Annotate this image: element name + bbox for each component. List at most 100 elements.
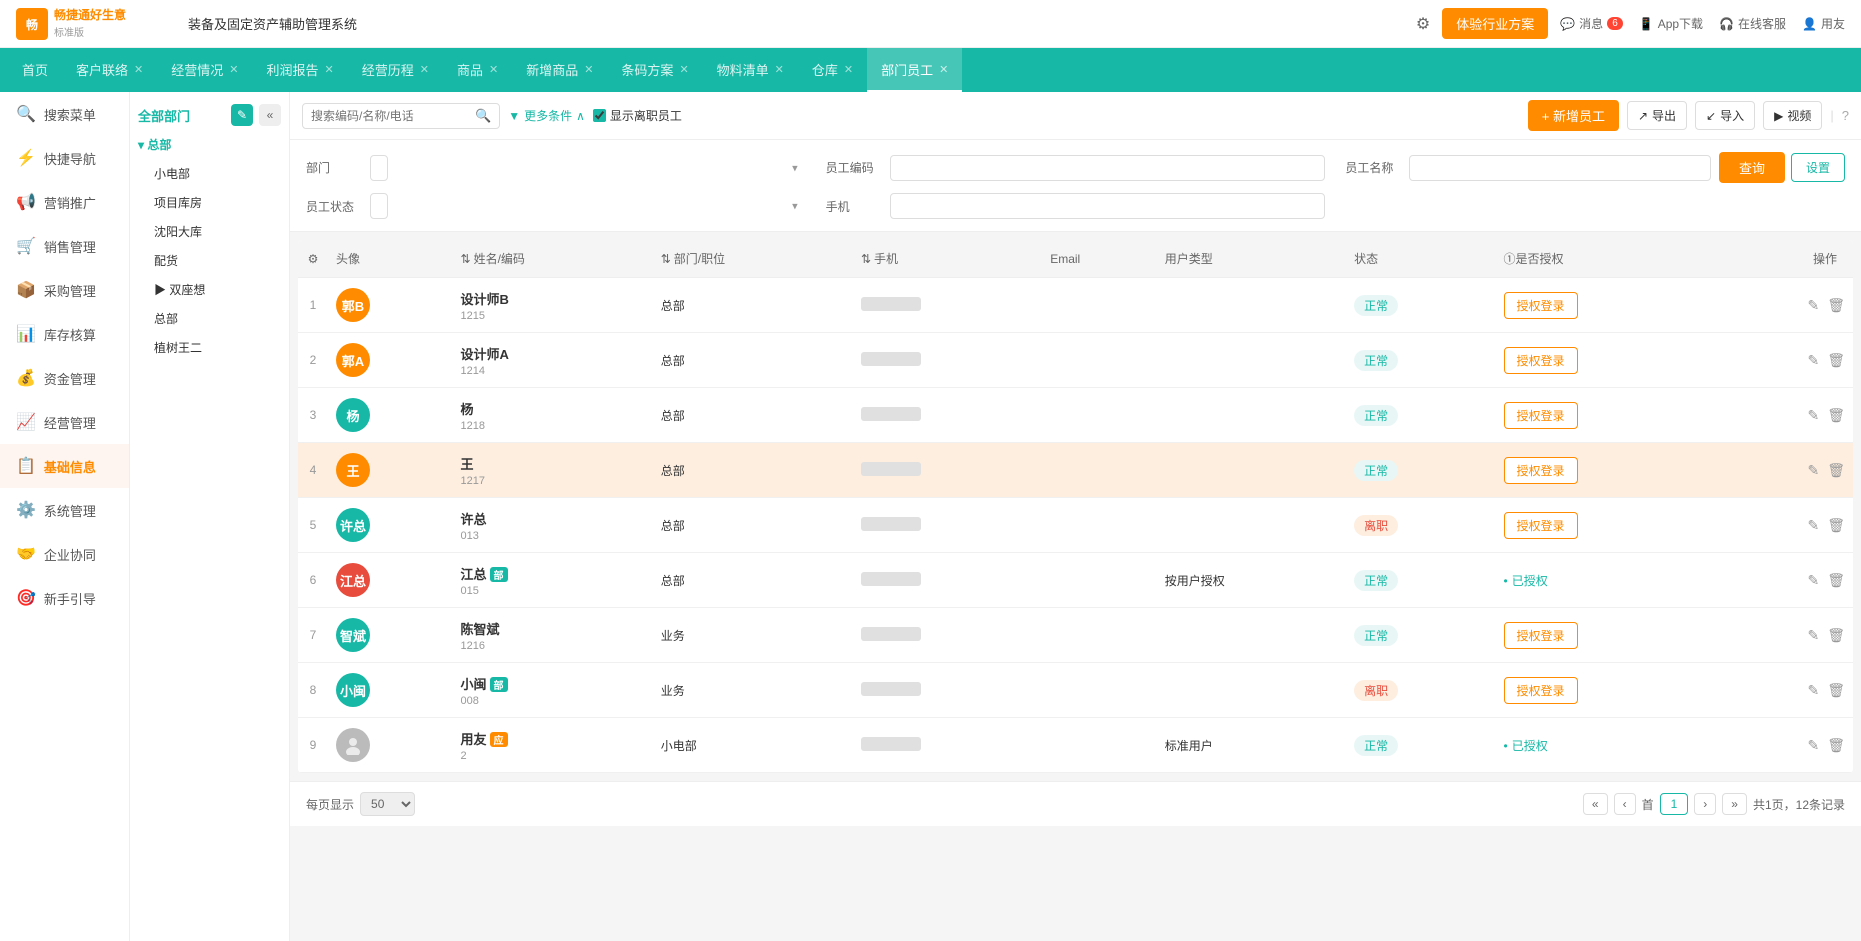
dept-item-shenyang[interactable]: 沈阳大库 bbox=[130, 217, 289, 246]
auth-button[interactable]: 授权登录 bbox=[1504, 402, 1578, 429]
edit-icon[interactable]: ✎ bbox=[1807, 297, 1819, 314]
nav-item-operations-mgmt[interactable]: 📈 经营管理 bbox=[0, 400, 129, 444]
tab-close-bom[interactable]: ✕ bbox=[775, 63, 784, 76]
tab-profit[interactable]: 利润报告 ✕ bbox=[252, 48, 347, 92]
nav-item-sales[interactable]: 🛒 销售管理 bbox=[0, 224, 129, 268]
delete-icon[interactable]: 🗑 bbox=[1827, 572, 1845, 589]
dept-edit-icon[interactable]: ✎ bbox=[231, 104, 253, 126]
tab-close-goods[interactable]: ✕ bbox=[489, 63, 498, 76]
delete-icon[interactable]: 🗑 bbox=[1827, 462, 1845, 479]
show-resigned-label[interactable]: 显示离职员工 bbox=[593, 107, 682, 124]
nav-item-system[interactable]: ⚙️ 系统管理 bbox=[0, 488, 129, 532]
dept-select[interactable] bbox=[370, 155, 388, 181]
th-name[interactable]: ⇅姓名/编码 bbox=[453, 240, 653, 278]
delete-icon[interactable]: 🗑 bbox=[1827, 682, 1845, 699]
employee-name-input[interactable] bbox=[1409, 155, 1711, 181]
gear-icon[interactable]: ⚙ bbox=[1416, 14, 1430, 34]
dept-item-zongbu-parent[interactable]: ▾ 总部 bbox=[130, 130, 289, 159]
search-input[interactable] bbox=[311, 109, 471, 123]
tab-warehouse[interactable]: 仓库 ✕ bbox=[798, 48, 867, 92]
delete-icon[interactable]: 🗑 bbox=[1827, 517, 1845, 534]
first-page-button[interactable]: « bbox=[1583, 793, 1608, 815]
tab-bom[interactable]: 物料清单 ✕ bbox=[703, 48, 798, 92]
help-icon[interactable]: ? bbox=[1842, 108, 1849, 123]
dept-item-project[interactable]: 项目库房 bbox=[130, 188, 289, 217]
service-button[interactable]: 🎧 在线客服 bbox=[1719, 15, 1786, 32]
message-button[interactable]: 💬 消息 6 bbox=[1560, 15, 1623, 32]
tab-history[interactable]: 经营历程 ✕ bbox=[348, 48, 443, 92]
tab-close-barcode[interactable]: ✕ bbox=[679, 63, 688, 76]
tab-close-warehouse[interactable]: ✕ bbox=[844, 63, 853, 76]
edit-icon[interactable]: ✎ bbox=[1807, 517, 1819, 534]
delete-icon[interactable]: 🗑 bbox=[1827, 297, 1845, 314]
dept-item-xiaodian[interactable]: 小电部 bbox=[130, 159, 289, 188]
tab-customer[interactable]: 客户联络 ✕ bbox=[62, 48, 157, 92]
per-page-select[interactable]: 50 100 200 bbox=[360, 792, 415, 816]
auth-button[interactable]: 授权登录 bbox=[1504, 292, 1578, 319]
delete-icon[interactable]: 🗑 bbox=[1827, 627, 1845, 644]
current-page[interactable]: 1 bbox=[1660, 793, 1689, 815]
dept-collapse-icon[interactable]: « bbox=[259, 104, 281, 126]
tab-close-history[interactable]: ✕ bbox=[420, 63, 429, 76]
nav-item-marketing[interactable]: 📢 营销推广 bbox=[0, 180, 129, 224]
user-button[interactable]: 👤 用友 bbox=[1802, 15, 1845, 32]
show-resigned-checkbox[interactable] bbox=[593, 109, 606, 122]
nav-item-enterprise[interactable]: 🤝 企业协同 bbox=[0, 532, 129, 576]
nav-item-basic[interactable]: 📋 基础信息 bbox=[0, 444, 129, 488]
th-dept[interactable]: ⇅部门/职位 bbox=[653, 240, 853, 278]
status-select[interactable] bbox=[370, 193, 388, 219]
edit-icon[interactable]: ✎ bbox=[1807, 572, 1819, 589]
add-employee-button[interactable]: + 新增员工 bbox=[1528, 100, 1619, 131]
edit-icon[interactable]: ✎ bbox=[1807, 682, 1819, 699]
more-filter-button[interactable]: ▼ 更多条件 ∧ bbox=[508, 107, 585, 124]
nav-item-guide[interactable]: 🎯 新手引导 bbox=[0, 576, 129, 620]
tab-new-goods[interactable]: 新增商品 ✕ bbox=[512, 48, 607, 92]
import-button[interactable]: ↙ 导入 bbox=[1695, 101, 1755, 130]
edit-icon[interactable]: ✎ bbox=[1807, 737, 1819, 754]
tab-operations[interactable]: 经营情况 ✕ bbox=[157, 48, 252, 92]
tab-close-profit[interactable]: ✕ bbox=[325, 63, 334, 76]
view-button[interactable]: ▶ 视频 bbox=[1763, 101, 1822, 130]
nav-item-finance[interactable]: 💰 资金管理 bbox=[0, 356, 129, 400]
dept-item-zongbu-child[interactable]: 总部 bbox=[130, 304, 289, 333]
th-settings[interactable]: ⚙ bbox=[298, 240, 328, 278]
nav-item-inventory[interactable]: 📊 库存核算 bbox=[0, 312, 129, 356]
dept-item-shuangzuoxiang[interactable]: ▶ 双座想 bbox=[130, 275, 289, 304]
tab-home[interactable]: 首页 bbox=[8, 48, 62, 92]
nav-item-shortcut[interactable]: ⚡ 快捷导航 bbox=[0, 136, 129, 180]
dept-item-zhishuwang[interactable]: 植树王二 bbox=[130, 333, 289, 362]
edit-icon[interactable]: ✎ bbox=[1807, 627, 1819, 644]
delete-icon[interactable]: 🗑 bbox=[1827, 737, 1845, 754]
auth-button[interactable]: 授权登录 bbox=[1504, 622, 1578, 649]
employee-code-input[interactable] bbox=[890, 155, 1326, 181]
export-button[interactable]: ↗ 导出 bbox=[1627, 101, 1687, 130]
delete-icon[interactable]: 🗑 bbox=[1827, 407, 1845, 424]
nav-item-purchase[interactable]: 📦 采购管理 bbox=[0, 268, 129, 312]
next-page-button[interactable]: › bbox=[1694, 793, 1716, 815]
dept-item-peihuo[interactable]: 配货 bbox=[130, 246, 289, 275]
edit-icon[interactable]: ✎ bbox=[1807, 462, 1819, 479]
auth-button[interactable]: 授权登录 bbox=[1504, 512, 1578, 539]
auth-button[interactable]: 授权登录 bbox=[1504, 347, 1578, 374]
prev-page-button[interactable]: ‹ bbox=[1614, 793, 1636, 815]
tab-employee[interactable]: 部门员工 ✕ bbox=[867, 48, 962, 92]
phone-input[interactable] bbox=[890, 193, 1326, 219]
th-phone[interactable]: ⇅手机 bbox=[853, 240, 1042, 278]
auth-button[interactable]: 授权登录 bbox=[1504, 457, 1578, 484]
tab-close-customer[interactable]: ✕ bbox=[134, 63, 143, 76]
edit-icon[interactable]: ✎ bbox=[1807, 407, 1819, 424]
auth-button[interactable]: 授权登录 bbox=[1504, 677, 1578, 704]
tab-close-employee[interactable]: ✕ bbox=[939, 63, 948, 76]
tab-goods[interactable]: 商品 ✕ bbox=[443, 48, 512, 92]
settings-button[interactable]: 设置 bbox=[1791, 153, 1845, 182]
last-page-button[interactable]: » bbox=[1722, 793, 1747, 815]
nav-item-search[interactable]: 🔍 搜索菜单 bbox=[0, 92, 129, 136]
edit-icon[interactable]: ✎ bbox=[1807, 352, 1819, 369]
tab-close-operations[interactable]: ✕ bbox=[229, 63, 238, 76]
tab-close-new-goods[interactable]: ✕ bbox=[584, 63, 593, 76]
query-button[interactable]: 查询 bbox=[1719, 152, 1785, 183]
tab-barcode[interactable]: 条码方案 ✕ bbox=[607, 48, 702, 92]
app-download-button[interactable]: 📱 App下载 bbox=[1639, 15, 1703, 32]
delete-icon[interactable]: 🗑 bbox=[1827, 352, 1845, 369]
experience-button[interactable]: 体验行业方案 bbox=[1442, 8, 1548, 39]
